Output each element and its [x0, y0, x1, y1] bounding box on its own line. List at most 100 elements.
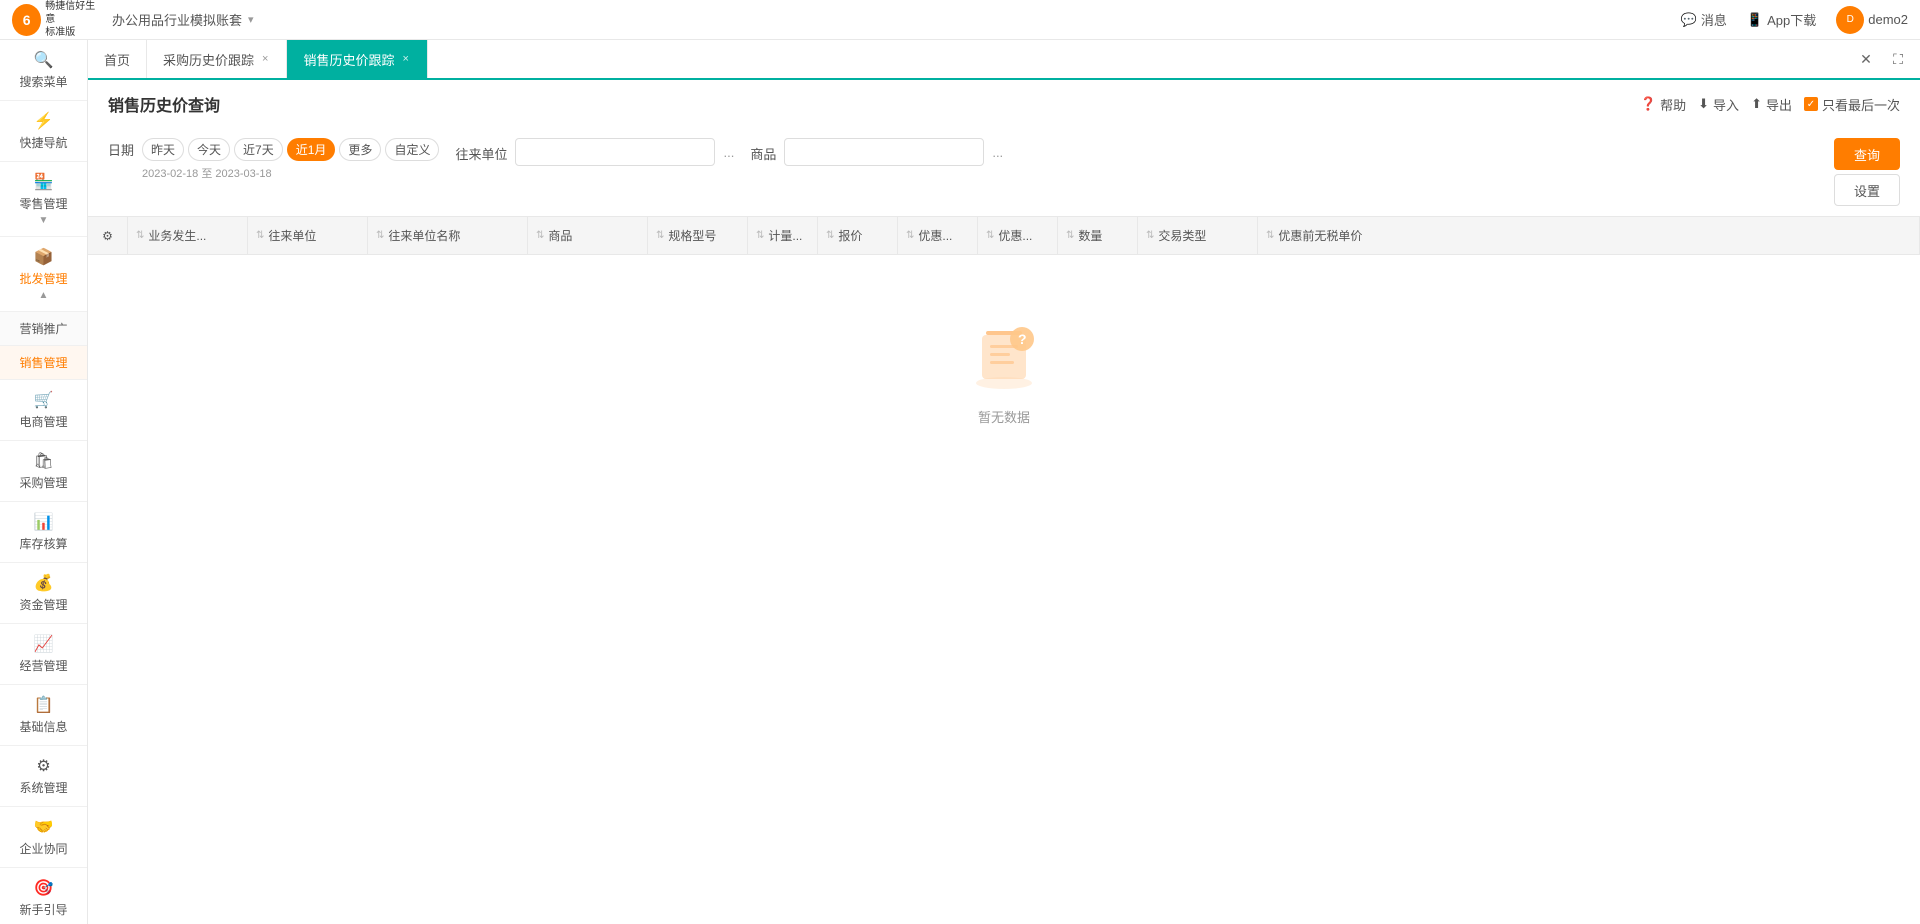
sort-icon: ⇅ [986, 230, 994, 241]
th-settings[interactable]: ⚙ [88, 217, 128, 254]
th-counterparty[interactable]: ⇅ 往来单位 [248, 217, 368, 254]
page-title: 销售历史价查询 [108, 92, 220, 116]
tab-sales-history[interactable]: 销售历史价跟踪 × [287, 40, 427, 78]
header-actions: 💬 消息 📱 App下载 D demo2 [1681, 6, 1908, 34]
settings-icon: ⚙ [102, 229, 113, 243]
page-header: 销售历史价查询 ❓ 帮助 ⬇ 导入 ⬆ 导出 [88, 80, 1920, 217]
sidebar-item-ecom-mgmt[interactable]: 🛒 电商管理 [0, 380, 87, 441]
user-avatar-btn[interactable]: D demo2 [1836, 6, 1908, 34]
date-label: 日期 [108, 138, 134, 159]
th-business-date[interactable]: ⇅ 业务发生... [128, 217, 248, 254]
th-trade-type[interactable]: ⇅ 交易类型 [1138, 217, 1258, 254]
tab-bar: 首页 采购历史价跟踪 × 销售历史价跟踪 × ✕ ⛶ [88, 40, 1920, 80]
sidebar-item-inventory[interactable]: 📊 库存核算 [0, 502, 87, 563]
filter-row: 日期 昨天 今天 近7天 近1月 更多 自定义 2023-02-18 至 202… [108, 128, 1900, 216]
svg-text:?: ? [1018, 331, 1027, 347]
date-buttons: 昨天 今天 近7天 近1月 更多 自定义 2023-02-18 至 2023-0… [142, 138, 439, 181]
sort-icon: ⇅ [256, 230, 264, 241]
date-btn-more[interactable]: 更多 [339, 138, 381, 161]
sidebar-item-retail-mgmt[interactable]: 🏪 零售管理 ▼ [0, 162, 87, 237]
sidebar-item-search-menu[interactable]: 🔍 搜索菜单 [0, 40, 87, 101]
clipboard-icon: 📋 [34, 695, 54, 715]
th-unit[interactable]: ⇅ 计量... [748, 217, 818, 254]
maximize-btn[interactable]: ⛶ [1884, 45, 1912, 73]
date-btn-7days[interactable]: 近7天 [234, 138, 283, 161]
tab-bar-controls: ✕ ⛶ [1852, 40, 1920, 78]
workspace-chevron-icon: ▾ [248, 13, 254, 26]
workspace-selector[interactable]: 办公用品行业模拟账套 ▾ [100, 10, 1681, 29]
money-icon: 💰 [34, 573, 54, 593]
sidebar-item-enterprise[interactable]: 🤝 企业协同 [0, 807, 87, 868]
import-icon: ⬇ [1698, 96, 1709, 112]
sidebar-item-guide[interactable]: 🎯 新手引导 [0, 868, 87, 924]
top-header: 6 畅捷信好生意 标准版 办公用品行业模拟账套 ▾ 💬 消息 📱 App下载 D… [0, 0, 1920, 40]
sort-icon: ⇅ [1266, 230, 1274, 241]
chevron-down-icon: ▼ [39, 215, 49, 226]
date-btn-yesterday[interactable]: 昨天 [142, 138, 184, 161]
sidebar-item-wholesale-mgmt[interactable]: 📦 批发管理 ▲ [0, 237, 87, 312]
tab-home[interactable]: 首页 [88, 40, 147, 78]
logo-text: 畅捷信好生意 标准版 [45, 0, 100, 39]
date-range-display: 2023-02-18 至 2023-03-18 [142, 165, 439, 181]
import-btn[interactable]: ⬇ 导入 [1698, 95, 1739, 114]
close-purchase-tab-icon[interactable]: × [260, 51, 270, 67]
export-btn[interactable]: ⬆ 导出 [1751, 95, 1792, 114]
logo-area: 6 畅捷信好生意 标准版 [12, 0, 100, 39]
export-icon: ⬆ [1751, 96, 1762, 112]
sidebar-item-purchase-mgmt[interactable]: 🛍 采购管理 [0, 441, 87, 502]
page-content: 销售历史价查询 ❓ 帮助 ⬇ 导入 ⬆ 导出 [88, 80, 1920, 924]
close-all-tabs-btn[interactable]: ✕ [1852, 45, 1880, 73]
goods-label: 商品 [750, 142, 776, 163]
th-discount2[interactable]: ⇅ 优惠... [978, 217, 1058, 254]
goods-picker-icon[interactable]: ... [992, 145, 1003, 160]
counterparty-picker-icon[interactable]: ... [723, 145, 734, 160]
sidebar-item-sales-mgmt[interactable]: 销售管理 [0, 346, 87, 380]
th-price[interactable]: ⇅ 报价 [818, 217, 898, 254]
close-sales-tab-icon[interactable]: × [400, 51, 410, 67]
avatar: D [1836, 6, 1864, 34]
date-btn-custom[interactable]: 自定义 [385, 138, 439, 161]
sidebar-item-finance[interactable]: 💰 资金管理 [0, 563, 87, 624]
sidebar-item-quick-nav[interactable]: ⚡ 快捷导航 [0, 101, 87, 162]
query-button[interactable]: 查询 [1834, 138, 1900, 170]
sort-icon: ⇅ [826, 230, 834, 241]
setting-button[interactable]: 设置 [1834, 174, 1900, 206]
goods-filter-group: 商品 ... [750, 138, 1003, 166]
main-layout: 🔍 搜索菜单 ⚡ 快捷导航 🏪 零售管理 ▼ 📦 批发管理 ▲ 营销推广 销售管… [0, 40, 1920, 924]
chevron-up-icon: ▲ [39, 290, 49, 301]
counterparty-label: 往来单位 [455, 142, 507, 163]
lightning-icon: ⚡ [34, 111, 54, 131]
counterparty-input[interactable] [515, 138, 715, 166]
sort-icon: ⇅ [136, 230, 144, 241]
app-download-btn[interactable]: 📱 App下载 [1747, 10, 1816, 29]
only-last-checkbox[interactable]: ✓ 只看最后一次 [1804, 95, 1900, 114]
goods-input[interactable] [784, 138, 984, 166]
th-quantity[interactable]: ⇅ 数量 [1058, 217, 1138, 254]
date-btn-1month[interactable]: 近1月 [287, 138, 336, 161]
date-btn-row: 昨天 今天 近7天 近1月 更多 自定义 [142, 138, 439, 161]
table-container: ⚙ ⇅ 业务发生... ⇅ 往来单位 ⇅ 往来单位名称 [88, 217, 1920, 924]
th-discount1[interactable]: ⇅ 优惠... [898, 217, 978, 254]
trend-icon: 📈 [34, 634, 54, 654]
counterparty-filter-group: 往来单位 ... [455, 138, 734, 166]
th-spec[interactable]: ⇅ 规格型号 [648, 217, 748, 254]
help-btn[interactable]: ❓ 帮助 [1640, 95, 1686, 114]
chart-icon: 📊 [34, 512, 54, 532]
sidebar-item-system[interactable]: ⚙ 系统管理 [0, 746, 87, 807]
th-goods[interactable]: ⇅ 商品 [528, 217, 648, 254]
logo-icon: 6 [12, 4, 41, 36]
cart-icon: 🛒 [34, 390, 54, 410]
sort-icon: ⇅ [1146, 230, 1154, 241]
checkbox-icon: ✓ [1804, 97, 1818, 111]
message-btn[interactable]: 💬 消息 [1681, 10, 1727, 29]
tab-purchase-history[interactable]: 采购历史价跟踪 × [147, 40, 287, 78]
sort-icon: ⇅ [906, 230, 914, 241]
sidebar-item-business-mgmt[interactable]: 📈 经营管理 [0, 624, 87, 685]
th-pretax-price[interactable]: ⇅ 优惠前无税单价 [1258, 217, 1920, 254]
sidebar-item-marketing[interactable]: 营销推广 [0, 312, 87, 346]
empty-text: 暂无数据 [978, 407, 1030, 426]
th-counterparty-name[interactable]: ⇅ 往来单位名称 [368, 217, 528, 254]
empty-icon: ? [964, 315, 1044, 395]
date-btn-today[interactable]: 今天 [188, 138, 230, 161]
sidebar-item-basic-info[interactable]: 📋 基础信息 [0, 685, 87, 746]
